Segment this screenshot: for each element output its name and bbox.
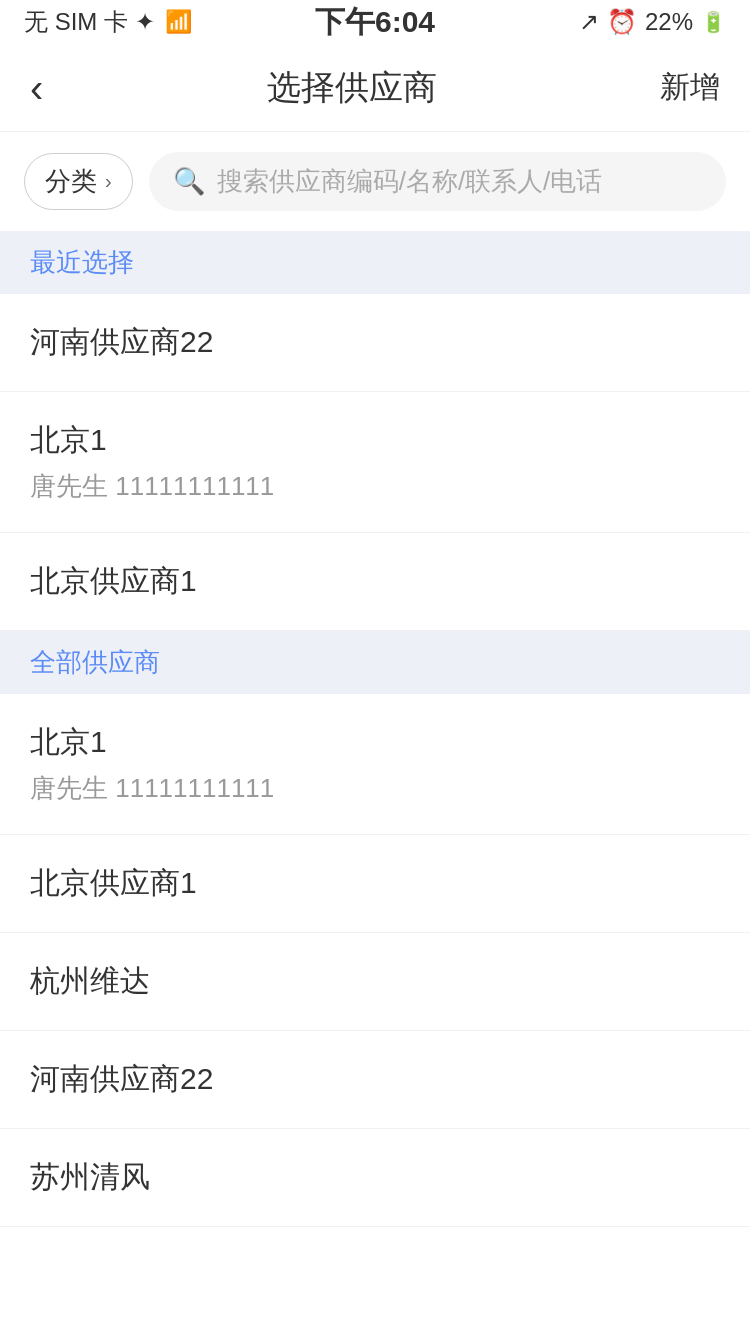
no-sim-text: 无 SIM 卡 ✦ (24, 6, 155, 38)
wifi-icon: 📶 (165, 9, 192, 35)
status-time: 下午6:04 (315, 2, 435, 43)
list-item[interactable]: 北京1 唐先生 11111111111 (0, 392, 750, 533)
category-filter-button[interactable]: 分类 › (24, 153, 133, 210)
status-right: ↗ ⏰ 22% 🔋 (579, 8, 726, 36)
search-icon: 🔍 (173, 166, 205, 197)
item-name: 杭州维达 (30, 961, 720, 1002)
back-button[interactable]: ‹ (30, 68, 43, 108)
chevron-right-icon: › (105, 170, 112, 193)
all-section-label: 全部供应商 (30, 647, 160, 677)
status-bar: 无 SIM 卡 ✦ 📶 下午6:04 ↗ ⏰ 22% 🔋 (0, 0, 750, 44)
list-item[interactable]: 河南供应商22 (0, 294, 750, 392)
search-placeholder: 搜索供应商编码/名称/联系人/电话 (217, 164, 702, 199)
search-input-wrap[interactable]: 🔍 搜索供应商编码/名称/联系人/电话 (149, 152, 726, 211)
all-suppliers-list: 北京1 唐先生 11111111111 北京供应商1 杭州维达河南供应商22 苏州清风 (0, 694, 750, 1227)
item-name: 河南供应商22 (30, 322, 720, 363)
recent-section-header: 最近选择 (0, 231, 750, 294)
new-add-button[interactable]: 新增 (660, 67, 720, 108)
recent-section-label: 最近选择 (30, 247, 134, 277)
item-name: 河南供应商22 (30, 1059, 720, 1100)
item-sub: 唐先生 11111111111 (30, 469, 720, 504)
item-name: 北京1 (30, 722, 720, 763)
list-item[interactable]: 北京供应商1 (0, 533, 750, 631)
battery-icon: 🔋 (701, 10, 726, 34)
page-title: 选择供应商 (267, 65, 437, 111)
list-item[interactable]: 苏州清风 (0, 1129, 750, 1227)
recent-list: 河南供应商22 北京1 唐先生 11111111111 北京供应商1 (0, 294, 750, 631)
item-sub: 唐先生 11111111111 (30, 771, 720, 806)
battery-text: 22% (645, 8, 693, 36)
list-item[interactable]: 河南供应商22 (0, 1031, 750, 1129)
location-icon: ↗ (579, 8, 599, 36)
list-item[interactable]: 北京1 唐先生 11111111111 (0, 694, 750, 835)
nav-bar: ‹ 选择供应商 新增 (0, 44, 750, 132)
item-name: 北京1 (30, 420, 720, 461)
filter-bar: 分类 › 🔍 搜索供应商编码/名称/联系人/电话 (0, 132, 750, 231)
alarm-icon: ⏰ (607, 8, 637, 36)
item-name: 北京供应商1 (30, 561, 720, 602)
item-name: 北京供应商1 (30, 863, 720, 904)
status-left: 无 SIM 卡 ✦ 📶 (24, 6, 192, 38)
item-name: 苏州清风 (30, 1157, 720, 1198)
category-label: 分类 (45, 164, 97, 199)
list-item[interactable]: 杭州维达 (0, 933, 750, 1031)
list-item[interactable]: 北京供应商1 (0, 835, 750, 933)
all-section-header: 全部供应商 (0, 631, 750, 694)
